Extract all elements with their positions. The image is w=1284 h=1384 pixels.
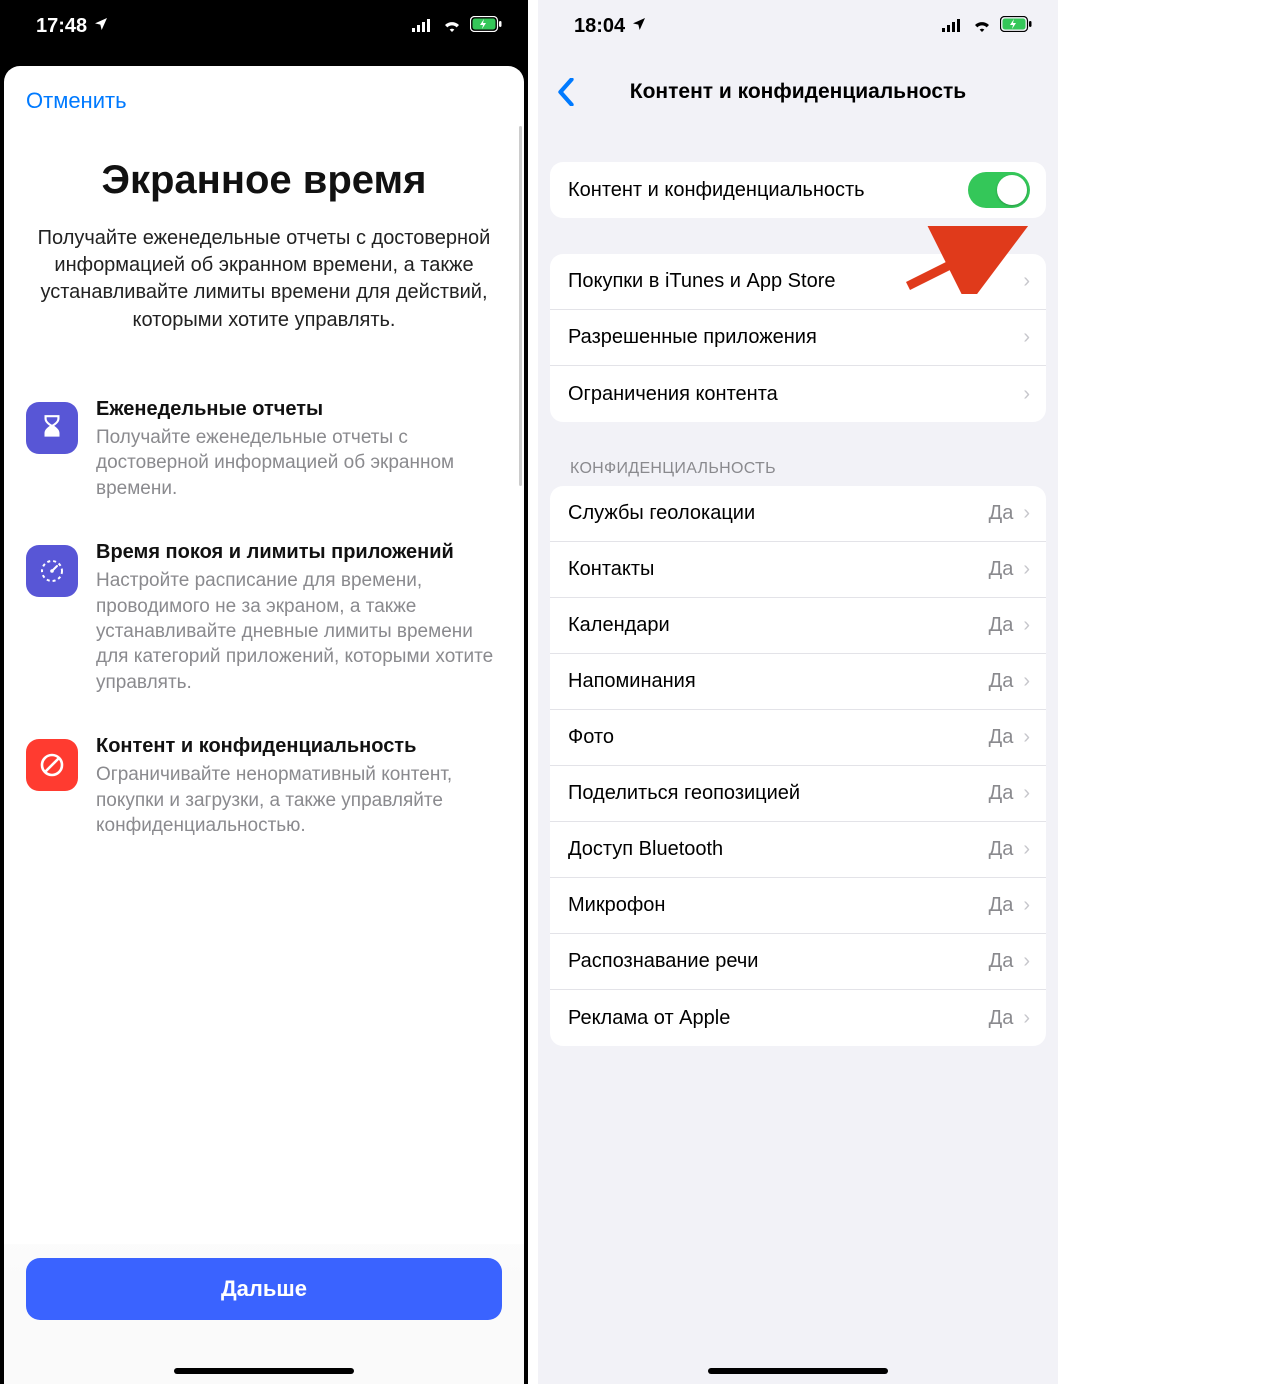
feature-downtime: Время покоя и лимиты приложений Настройт… [26,541,502,695]
row-value: Да [989,894,1014,917]
chevron-right-icon: › [1023,614,1030,637]
row-label: Напоминания [568,670,696,693]
row-label: Микрофон [568,894,665,917]
status-time: 17:48 [36,15,87,38]
chevron-right-icon: › [1023,894,1030,917]
battery-charging-icon [1000,15,1032,38]
chevron-right-icon: › [1023,558,1030,581]
row-value: Да [989,1007,1014,1030]
row-privacy-item[interactable]: Напоминания Да › [550,654,1046,710]
onboarding-sheet: Отменить Экранное время Получайте еженед… [4,66,524,1384]
chevron-right-icon: › [1023,838,1030,861]
cancel-button[interactable]: Отменить [4,66,524,114]
feature-content-privacy: Контент и конфиденциальность Ограничивай… [26,735,502,838]
group-restrictions: Покупки в iTunes и App Store › Разрешенн… [550,254,1046,422]
row-privacy-item[interactable]: Календари Да › [550,598,1046,654]
row-itunes-purchases[interactable]: Покупки в iTunes и App Store › [550,254,1046,310]
nav-title: Контент и конфиденциальность [630,80,966,104]
feature-title: Еженедельные отчеты [96,398,502,421]
row-privacy-item[interactable]: Реклама от Apple Да › [550,990,1046,1046]
row-label: Ограничения контента [568,383,778,406]
row-value: Да [989,614,1014,637]
row-value: Да [989,502,1014,525]
battery-charging-icon [470,15,502,38]
row-privacy-item[interactable]: Распознавание речи Да › [550,934,1046,990]
page-description: Получайте еженедельные отчеты с достовер… [26,225,502,334]
home-indicator[interactable] [174,1368,354,1374]
feature-title: Время покоя и лимиты приложений [96,541,502,564]
row-privacy-item[interactable]: Фото Да › [550,710,1046,766]
wifi-icon [972,15,992,38]
chevron-right-icon: › [1023,782,1030,805]
row-label: Разрешенные приложения [568,326,817,349]
row-value: Да [989,950,1014,973]
row-privacy-item[interactable]: Поделиться геопозицией Да › [550,766,1046,822]
no-entry-icon [26,739,78,791]
settings-body: Контент и конфиденциальность Покупки в i… [538,162,1058,1046]
feature-reports: Еженедельные отчеты Получайте еженедельн… [26,398,502,501]
row-label: Календари [568,614,670,637]
row-value: Да [989,726,1014,749]
right-phone: 18:04 Контент и конфиденциальность Ко [538,0,1058,1384]
row-label: Покупки в iTunes и App Store [568,270,835,293]
hourglass-icon [26,402,78,454]
row-privacy-item[interactable]: Службы геолокации Да › [550,486,1046,542]
sheet-footer: Дальше [4,1244,524,1384]
row-allowed-apps[interactable]: Разрешенные приложения › [550,310,1046,366]
nav-bar: Контент и конфиденциальность [538,64,1058,120]
chevron-right-icon: › [1023,270,1030,293]
feature-desc: Ограничивайте ненормативный контент, пок… [96,762,502,838]
row-label: Распознавание речи [568,950,758,973]
row-value: Да [989,782,1014,805]
chevron-right-icon: › [1023,502,1030,525]
row-label: Контакты [568,558,654,581]
status-bar: 17:48 [0,0,528,52]
feature-list: Еженедельные отчеты Получайте еженедельн… [26,398,502,839]
cellular-icon [942,15,964,38]
group-privacy: Службы геолокацииДа›КонтактыДа›Календари… [550,486,1046,1046]
row-content-privacy-toggle[interactable]: Контент и конфиденциальность [550,162,1046,218]
location-arrow-icon [93,15,109,38]
row-privacy-item[interactable]: Микрофон Да › [550,878,1046,934]
row-label: Реклама от Apple [568,1007,730,1030]
feature-title: Контент и конфиденциальность [96,735,502,758]
chevron-right-icon: › [1023,326,1030,349]
row-label: Контент и конфиденциальность [568,179,865,202]
chevron-right-icon: › [1023,670,1030,693]
chevron-right-icon: › [1023,950,1030,973]
chevron-right-icon: › [1023,726,1030,749]
scrollbar[interactable] [519,126,522,486]
row-label: Фото [568,726,614,749]
toggle-switch[interactable] [968,172,1030,208]
row-privacy-item[interactable]: Доступ Bluetooth Да › [550,822,1046,878]
chevron-right-icon: › [1023,383,1030,406]
row-value: Да [989,838,1014,861]
row-value: Да [989,670,1014,693]
group-header-privacy: КОНФИДЕНЦИАЛЬНОСТЬ [570,460,1046,478]
location-arrow-icon [631,15,647,38]
row-label: Поделиться геопозицией [568,782,800,805]
cellular-icon [412,15,434,38]
sheet-content: Экранное время Получайте еженедельные от… [4,114,524,1244]
chevron-right-icon: › [1023,1007,1030,1030]
gauge-icon [26,545,78,597]
feature-desc: Настройте расписание для времени, провод… [96,568,502,695]
row-value: Да [989,558,1014,581]
page-title: Экранное время [26,158,502,203]
row-content-restrictions[interactable]: Ограничения контента › [550,366,1046,422]
back-button[interactable] [548,74,584,110]
next-button[interactable]: Дальше [26,1258,502,1320]
left-phone: 17:48 Отменить Экранное время Получайте … [0,0,528,1384]
row-privacy-item[interactable]: Контакты Да › [550,542,1046,598]
wifi-icon [442,15,462,38]
group-toggle: Контент и конфиденциальность [550,162,1046,218]
feature-desc: Получайте еженедельные отчеты с достовер… [96,425,502,501]
status-time: 18:04 [574,15,625,38]
status-bar: 18:04 [538,0,1058,52]
row-label: Доступ Bluetooth [568,838,723,861]
home-indicator[interactable] [708,1368,888,1374]
row-label: Службы геолокации [568,502,755,525]
